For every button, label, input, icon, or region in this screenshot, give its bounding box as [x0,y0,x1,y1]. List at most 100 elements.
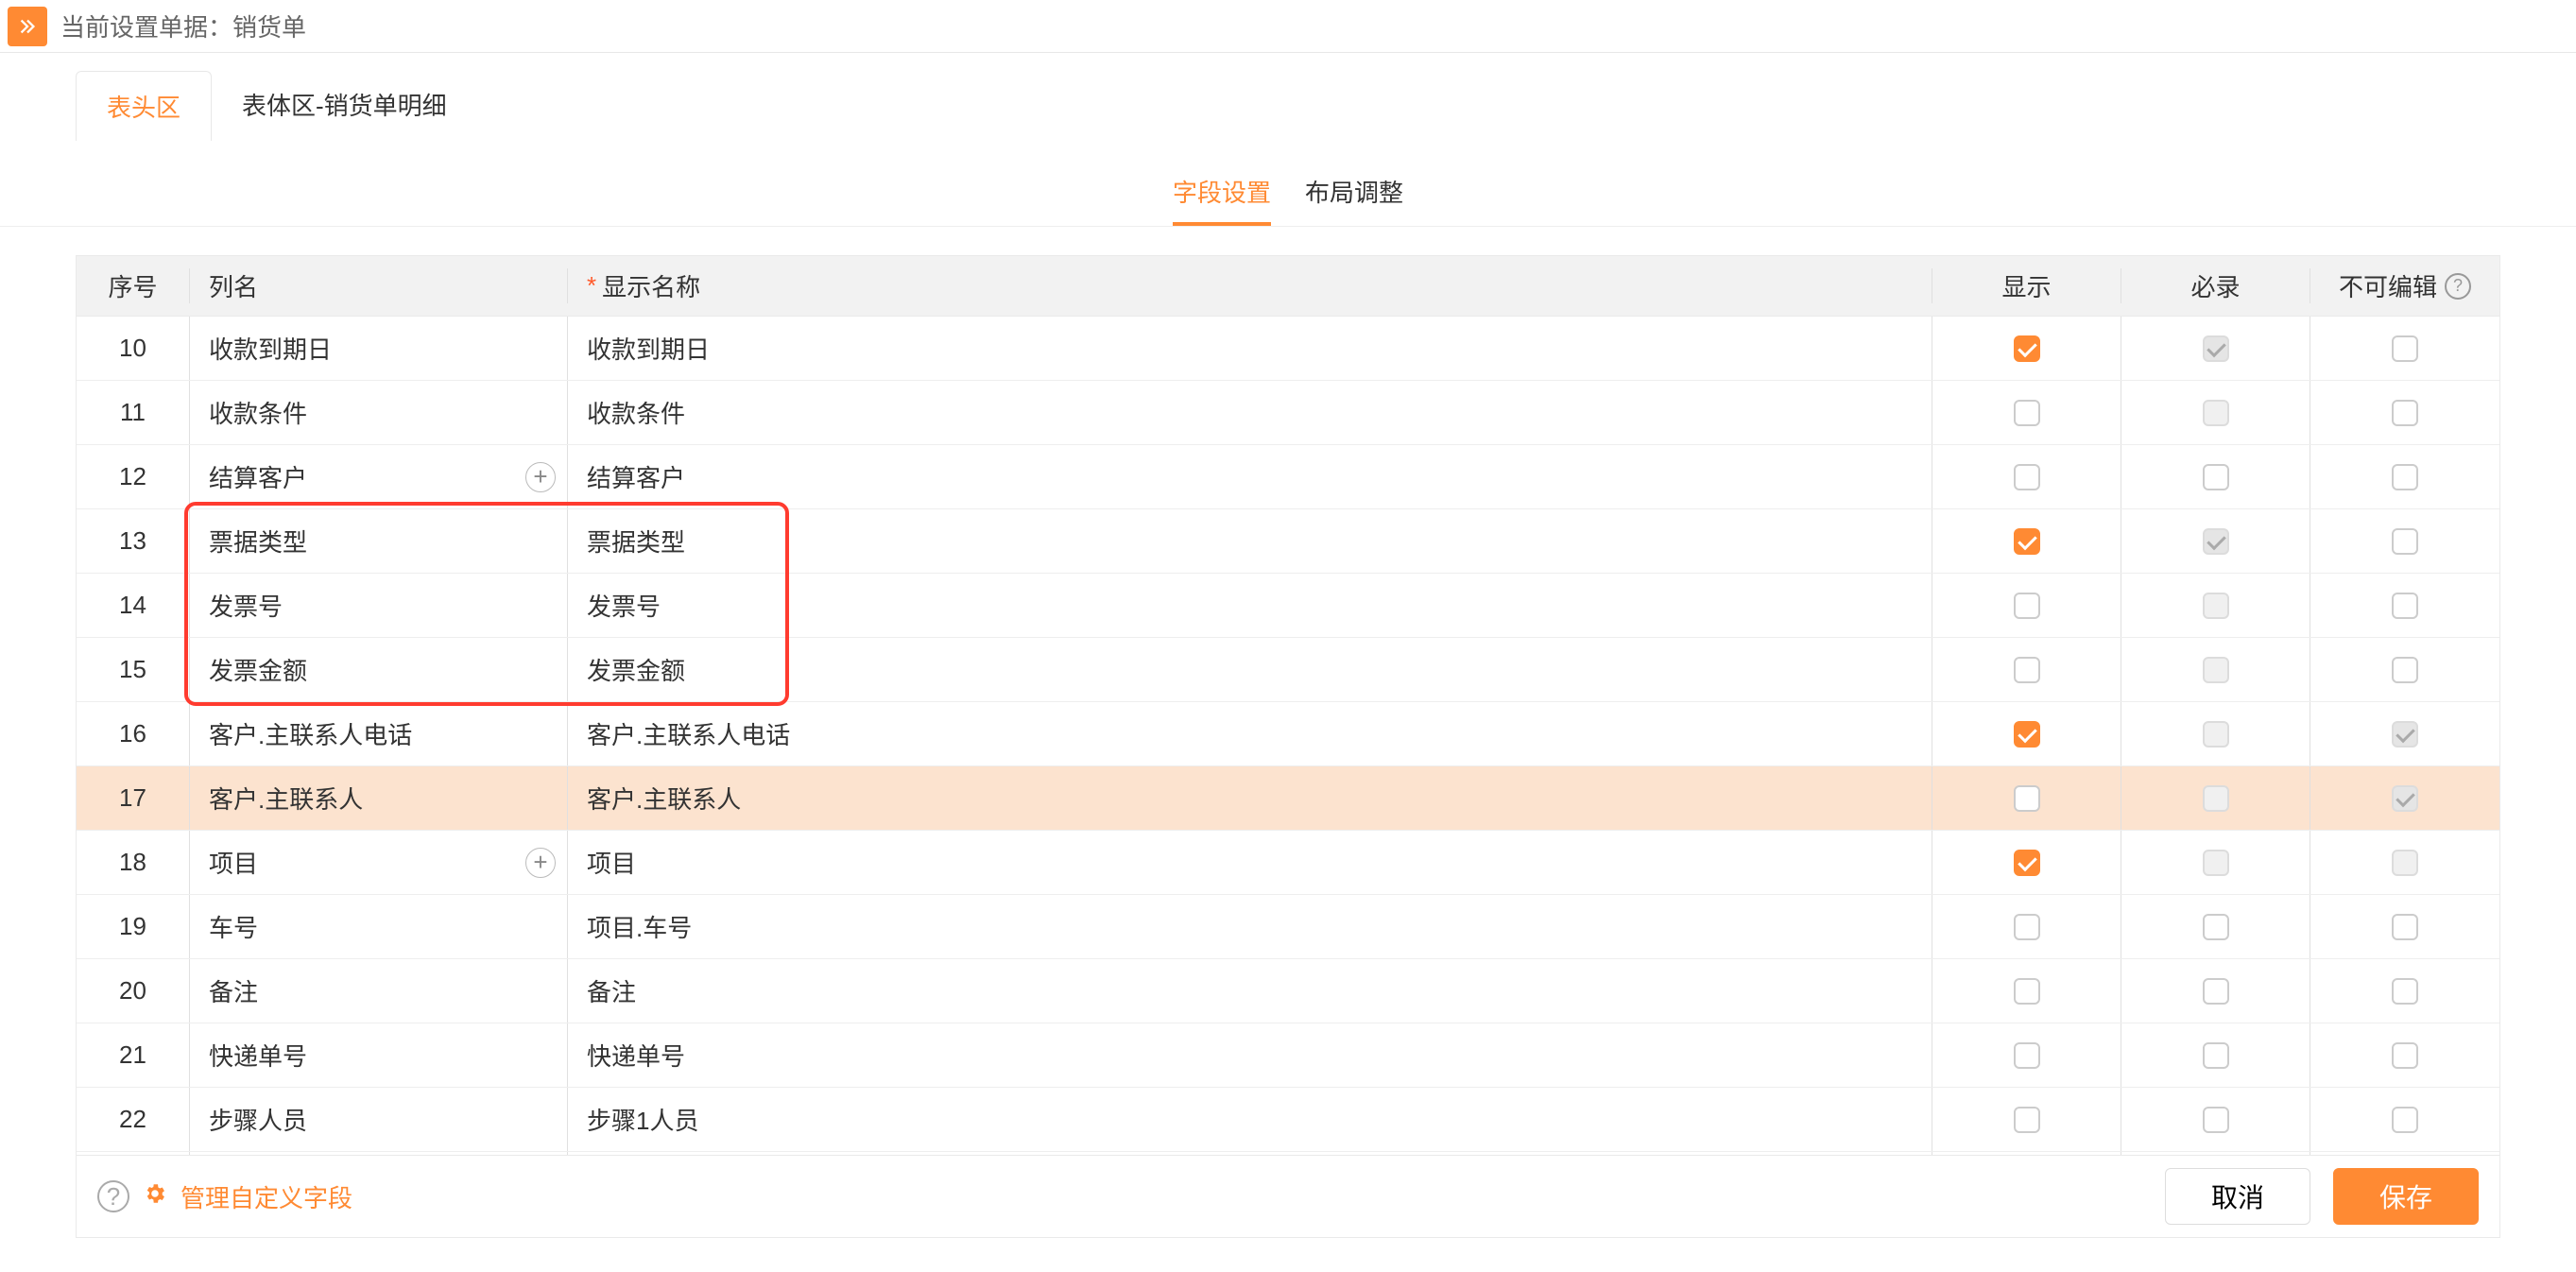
cell-name: 快递单号 [190,1023,568,1087]
manage-custom-fields-label: 管理自定义字段 [180,1179,352,1214]
cancel-button[interactable]: 取消 [2165,1168,2310,1225]
required-checkbox[interactable] [2203,914,2229,940]
field-table: 序号 列名 *显示名称 显示 必录 不可编辑? 10收款到期日收款到期日11收款… [76,255,2500,1216]
field-name-label: 客户.主联系人 [209,781,363,816]
show-checkbox[interactable] [2014,850,2040,876]
readonly-checkbox[interactable] [2392,528,2418,555]
primary-tabs: 表头区表体区-销货单明细 [76,70,2576,140]
secondary-tabs-wrap: 字段设置布局调整 [0,174,2576,227]
cell-display[interactable]: 收款条件 [568,381,1932,444]
page-title: 当前设置单据：销货单 [60,9,306,43]
add-icon[interactable]: + [525,848,556,878]
table-row: 17 客户.主联系人 客户.主联系人 [77,766,2499,831]
cell-name: 发票号 [190,574,568,637]
cell-display[interactable]: 发票号 [568,574,1932,637]
cell-seq: 14 [77,574,190,637]
th-readonly: 不可编辑? [2310,268,2499,303]
cell-display[interactable]: 备注 [568,959,1932,1023]
readonly-checkbox[interactable] [2392,593,2418,619]
table-row: 13票据类型票据类型 [77,509,2499,574]
cell-required [2121,445,2310,508]
cell-seq: 19 [77,895,190,958]
cell-display[interactable]: 发票金额 [568,638,1932,701]
show-checkbox[interactable] [2014,657,2040,683]
cell-required [2121,381,2310,444]
cell-display[interactable]: 项目 [568,831,1932,894]
cell-readonly [2310,445,2499,508]
readonly-checkbox [2392,850,2418,876]
cell-show [1932,702,2121,765]
expand-panel-button[interactable] [8,7,47,46]
readonly-checkbox [2392,785,2418,812]
manage-custom-fields-link[interactable]: ? 管理自定义字段 [97,1179,352,1214]
cell-required [2121,895,2310,958]
save-button[interactable]: 保存 [2333,1168,2479,1225]
required-checkbox[interactable] [2203,1042,2229,1069]
topbar: 当前设置单据：销货单 [0,0,2576,53]
cell-display[interactable]: 客户.主联系人 [568,766,1932,830]
cell-name: 步骤人员 [190,1088,568,1151]
readonly-checkbox[interactable] [2392,400,2418,426]
cell-required [2121,638,2310,701]
show-checkbox[interactable] [2014,593,2040,619]
show-checkbox[interactable] [2014,528,2040,555]
required-checkbox [2203,850,2229,876]
readonly-checkbox[interactable] [2392,657,2418,683]
cell-display[interactable]: 项目.车号 [568,895,1932,958]
cell-readonly [2310,574,2499,637]
show-checkbox[interactable] [2014,914,2040,940]
readonly-checkbox[interactable] [2392,978,2418,1005]
readonly-checkbox[interactable] [2392,1107,2418,1133]
show-checkbox[interactable] [2014,335,2040,362]
cell-show [1932,574,2121,637]
required-checkbox[interactable] [2203,978,2229,1005]
cell-name: 车号 [190,895,568,958]
cell-required [2121,959,2310,1023]
cell-show [1932,445,2121,508]
cell-seq: 12 [77,445,190,508]
show-checkbox[interactable] [2014,464,2040,490]
field-name-label: 车号 [209,909,258,944]
cell-seq: 16 [77,702,190,765]
readonly-checkbox[interactable] [2392,335,2418,362]
cell-display[interactable]: 结算客户 [568,445,1932,508]
show-checkbox[interactable] [2014,1042,2040,1069]
add-icon[interactable]: + [525,462,556,492]
field-name-label: 发票号 [209,588,283,623]
readonly-checkbox[interactable] [2392,464,2418,490]
show-checkbox[interactable] [2014,400,2040,426]
secondary-tab-1[interactable]: 布局调整 [1305,174,1403,226]
show-checkbox[interactable] [2014,978,2040,1005]
question-circle-icon: ? [97,1180,129,1212]
secondary-tab-0[interactable]: 字段设置 [1173,174,1271,226]
cell-required [2121,766,2310,830]
cell-display[interactable]: 票据类型 [568,509,1932,573]
cell-readonly [2310,1088,2499,1151]
cell-display[interactable]: 客户.主联系人电话 [568,702,1932,765]
table-row: 11收款条件收款条件 [77,381,2499,445]
readonly-checkbox[interactable] [2392,1042,2418,1069]
cell-readonly [2310,702,2499,765]
cell-seq: 17 [77,766,190,830]
cell-seq: 10 [77,317,190,380]
cell-display[interactable]: 步骤1人员 [568,1088,1932,1151]
show-checkbox[interactable] [2014,721,2040,748]
cell-display[interactable]: 收款到期日 [568,317,1932,380]
cell-name: 项目 + [190,831,568,894]
th-seq: 序号 [77,268,190,303]
primary-tab-1[interactable]: 表体区-销货单明细 [212,70,477,140]
table-row: 18项目+项目 [77,831,2499,895]
required-checkbox[interactable] [2203,464,2229,490]
cell-name: 收款条件 [190,381,568,444]
show-checkbox[interactable] [2014,785,2040,812]
show-checkbox[interactable] [2014,1107,2040,1133]
readonly-checkbox[interactable] [2392,914,2418,940]
help-icon[interactable]: ? [2445,273,2471,300]
primary-tab-0[interactable]: 表头区 [76,71,212,141]
cell-display[interactable]: 快递单号 [568,1023,1932,1087]
cell-readonly [2310,831,2499,894]
required-checkbox[interactable] [2203,1107,2229,1133]
cell-required [2121,831,2310,894]
field-name-label: 项目 [209,845,258,880]
cell-name: 发票金额 [190,638,568,701]
